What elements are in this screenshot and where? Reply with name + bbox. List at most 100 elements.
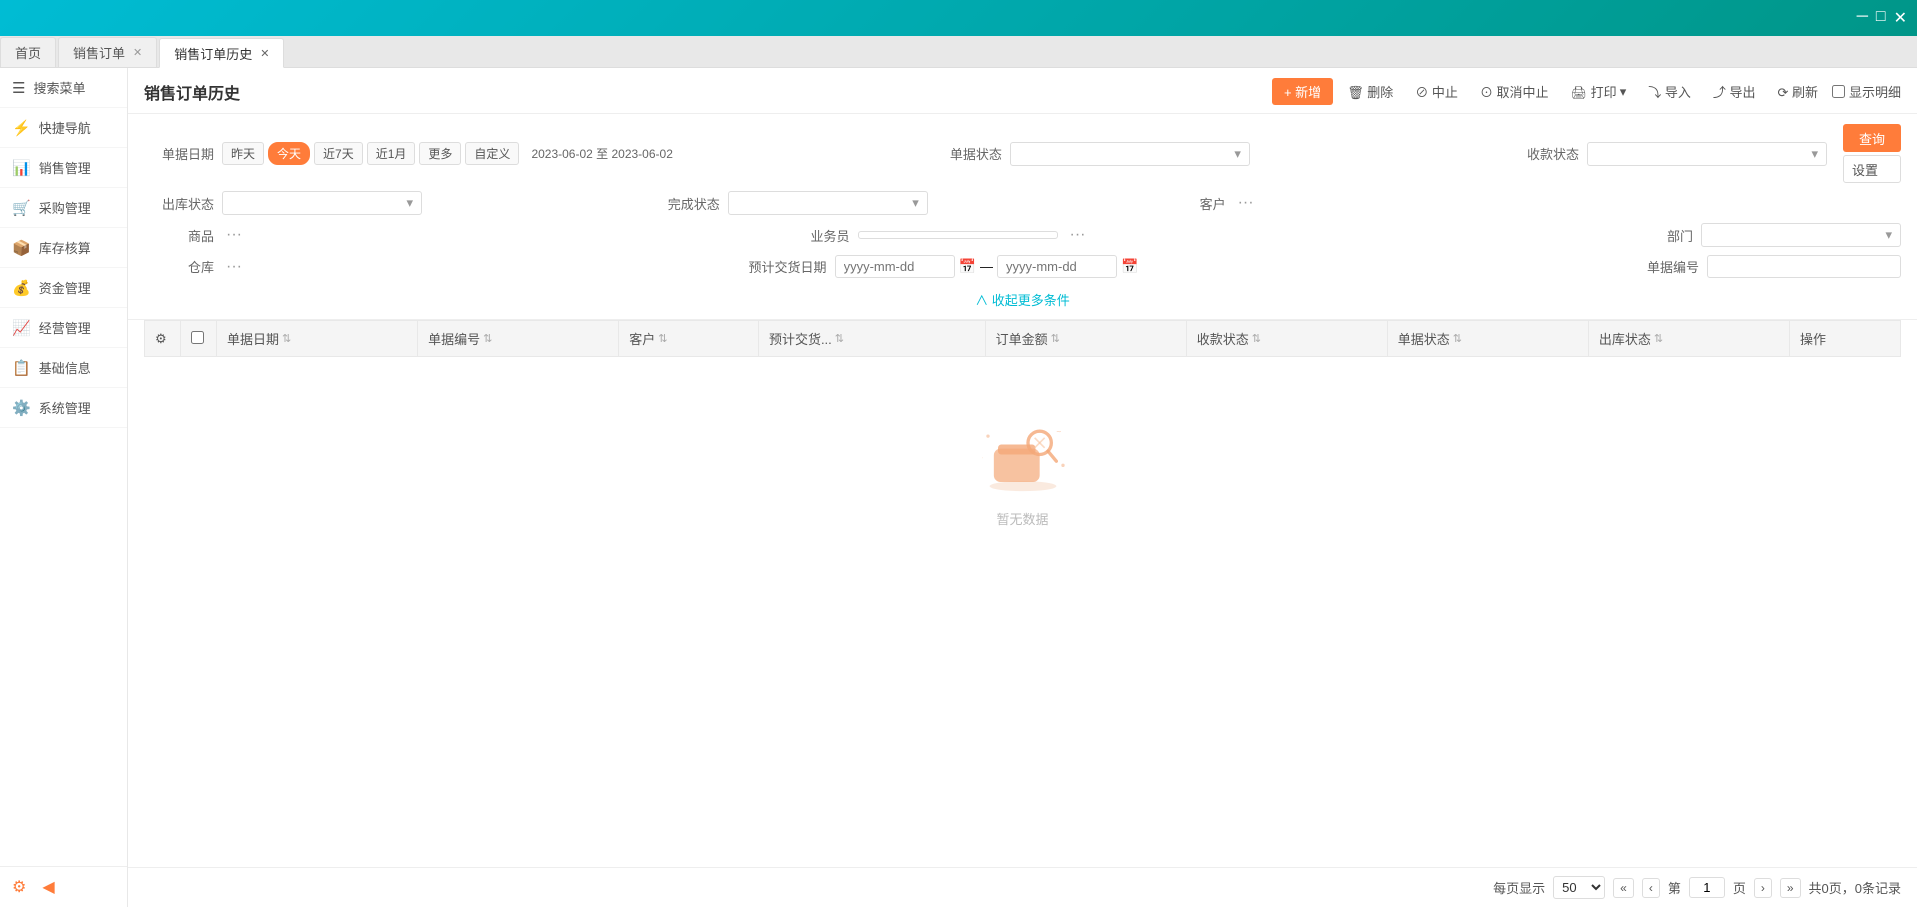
th-order-no[interactable]: 单据编号 ⇅ [418,321,619,357]
sidebar-item-purchase-mgmt[interactable]: 🛒 采购管理 [0,188,127,228]
sidebar-item-fund-mgmt[interactable]: 💰 资金管理 [0,268,127,308]
th-outbound-status-label: 出库状态 [1599,329,1651,348]
delete-button[interactable]: 🗑 删除 [1339,78,1401,105]
order-no-input[interactable] [1707,255,1901,278]
warehouse-label: 仓库 [144,257,214,276]
delivery-date-start[interactable] [835,255,955,278]
th-outbound-status[interactable]: 出库状态 ⇅ [1588,321,1789,357]
product-label: 商品 [144,226,214,245]
th-order-status-sort-icon[interactable]: ⇅ [1453,332,1462,345]
sidebar-item-inventory-calc[interactable]: 📦 库存核算 [0,228,127,268]
sidebar-item-search-menu-label: 搜索菜单 [33,78,85,97]
display-detail-checkbox[interactable] [1832,85,1845,98]
receipt-status-select[interactable]: ▾ [1587,142,1827,166]
th-customer-sort-icon[interactable]: ⇅ [658,332,667,345]
business-mgmt-icon: 📈 [12,319,31,337]
th-delivery[interactable]: 预计交货... ⇅ [758,321,985,357]
date-btn-yesterday[interactable]: 昨天 [222,142,264,165]
maximize-icon[interactable]: □ [1876,8,1886,28]
th-settings[interactable]: ⚙ [145,321,181,357]
sidebar-item-basic-info[interactable]: 📋 基础信息 [0,348,127,388]
sidebar-item-system-mgmt[interactable]: ⚙️ 系统管理 [0,388,127,428]
prev-page-button[interactable]: ‹ [1642,878,1660,898]
sidebar-collapse-icon[interactable]: ◀ [42,877,54,897]
date-btn-custom[interactable]: 自定义 [465,142,519,165]
tab-sales-order[interactable]: 销售订单 ✕ [58,37,157,67]
customer-label: 客户 [1156,194,1226,213]
print-button[interactable]: 🖨 打印 ▾ [1563,78,1635,105]
filter-area: 单据日期 昨天 今天 近7天 近1月 更多 自定义 2023-06-02 至 2… [128,114,1917,320]
current-page-input[interactable] [1689,877,1725,898]
import-button[interactable]: ⤵ 导入 [1640,78,1699,105]
warehouse-input[interactable]: ··· [222,258,246,276]
complete-status-select[interactable]: ▾ [728,191,928,215]
sidebar-item-sales-mgmt-label: 销售管理 [39,158,91,177]
date-btn-1month[interactable]: 近1月 [367,142,416,165]
sidebar-item-business-mgmt[interactable]: 📈 经营管理 [0,308,127,348]
page-header: 销售订单历史 + 新增 🗑 删除 ⊘ 中止 ⊙ 取消中止 🖨 打印 ▾ ⤵ 导入… [128,68,1917,114]
sidebar-item-search-menu[interactable]: ☰ 搜索菜单 [0,68,127,108]
delivery-date-end[interactable] [997,255,1117,278]
outbound-status-select[interactable]: ▾ [222,191,422,215]
quick-nav-icon: ⚡ [12,119,31,137]
dept-select[interactable]: ▾ [1701,223,1901,247]
next-page-button[interactable]: › [1754,878,1772,898]
top-bar: ─ □ ✕ [0,0,1917,36]
date-btn-today[interactable]: 今天 [268,142,310,165]
tab-sales-order-history[interactable]: 销售订单历史 ✕ [159,38,284,68]
calendar-start-icon[interactable]: 📅 [959,258,976,275]
settings-filter-button[interactable]: 设置 [1843,155,1901,183]
new-button[interactable]: + 新增 [1272,78,1333,105]
sidebar-item-business-mgmt-label: 经营管理 [39,318,91,337]
stop-button[interactable]: ⊘ 中止 [1407,78,1466,105]
tab-sales-order-history-close[interactable]: ✕ [260,47,269,60]
filter-row-2: 出库状态 ▾ 完成状态 ▾ 客户 ··· [144,191,1901,215]
query-button[interactable]: 查询 [1843,124,1901,152]
select-all-checkbox[interactable] [191,331,204,344]
cancel-stop-button[interactable]: ⊙ 取消中止 [1472,78,1557,105]
th-order-no-sort-icon[interactable]: ⇅ [483,332,492,345]
outbound-status-dropdown-icon: ▾ [406,195,413,211]
sidebar-item-quick-nav[interactable]: ⚡ 快捷导航 [0,108,127,148]
th-outbound-status-sort-icon[interactable]: ⇅ [1654,332,1663,345]
minimize-icon[interactable]: ─ [1857,8,1868,28]
th-order-status[interactable]: 单据状态 ⇅ [1387,321,1588,357]
tab-sales-order-close[interactable]: ✕ [133,46,142,59]
th-receipt-status-label: 收款状态 [1197,329,1249,348]
first-page-button[interactable]: « [1613,878,1634,898]
order-status-select[interactable]: ▾ [1010,142,1250,166]
filter-row-3: 商品 ··· 业务员 ··· 部门 ▾ [144,223,1901,247]
th-receipt-status-sort-icon[interactable]: ⇅ [1252,332,1261,345]
close-icon[interactable]: ✕ [1894,8,1907,28]
th-date-sort-icon[interactable]: ⇅ [282,332,291,345]
sidebar-bottom: ⚙ ◀ [0,866,127,907]
data-table: ⚙ 单据日期 ⇅ 单据编号 [144,320,1901,568]
th-delivery-sort-icon[interactable]: ⇅ [835,332,844,345]
delivery-date-label: 预计交货日期 [737,257,827,276]
product-input[interactable]: ··· [222,226,246,244]
receipt-status-dropdown-icon: ▾ [1811,146,1818,162]
customer-input[interactable]: ··· [1234,194,1258,212]
table-area: ⚙ 单据日期 ⇅ 单据编号 [128,320,1917,867]
date-btn-7days[interactable]: 近7天 [314,142,363,165]
export-button[interactable]: ⤴ 导出 [1705,78,1764,105]
date-buttons: 昨天 今天 近7天 近1月 更多 自定义 [222,142,519,165]
calendar-end-icon[interactable]: 📅 [1121,258,1138,275]
sidebar-item-inventory-calc-label: 库存核算 [39,238,91,257]
last-page-button[interactable]: » [1780,878,1801,898]
sidebar-item-sales-mgmt[interactable]: 📊 销售管理 [0,148,127,188]
th-amount-sort-icon[interactable]: ⇅ [1051,332,1060,345]
per-page-select[interactable]: 50 10 20 100 [1553,876,1605,899]
date-btn-more[interactable]: 更多 [419,142,461,165]
fund-mgmt-icon: 💰 [12,279,31,297]
sidebar-settings-icon[interactable]: ⚙ [12,877,26,897]
salesperson-dots[interactable]: ··· [1066,226,1090,244]
th-date[interactable]: 单据日期 ⇅ [217,321,418,357]
th-customer[interactable]: 客户 ⇅ [619,321,759,357]
salesperson-select[interactable] [858,231,1058,239]
tab-home[interactable]: 首页 [0,37,56,67]
th-amount[interactable]: 订单金额 ⇅ [985,321,1186,357]
th-receipt-status[interactable]: 收款状态 ⇅ [1186,321,1387,357]
collapse-more[interactable]: ∧ 收起更多条件 [144,286,1901,309]
refresh-button[interactable]: ⟳ 刷新 [1769,78,1826,105]
